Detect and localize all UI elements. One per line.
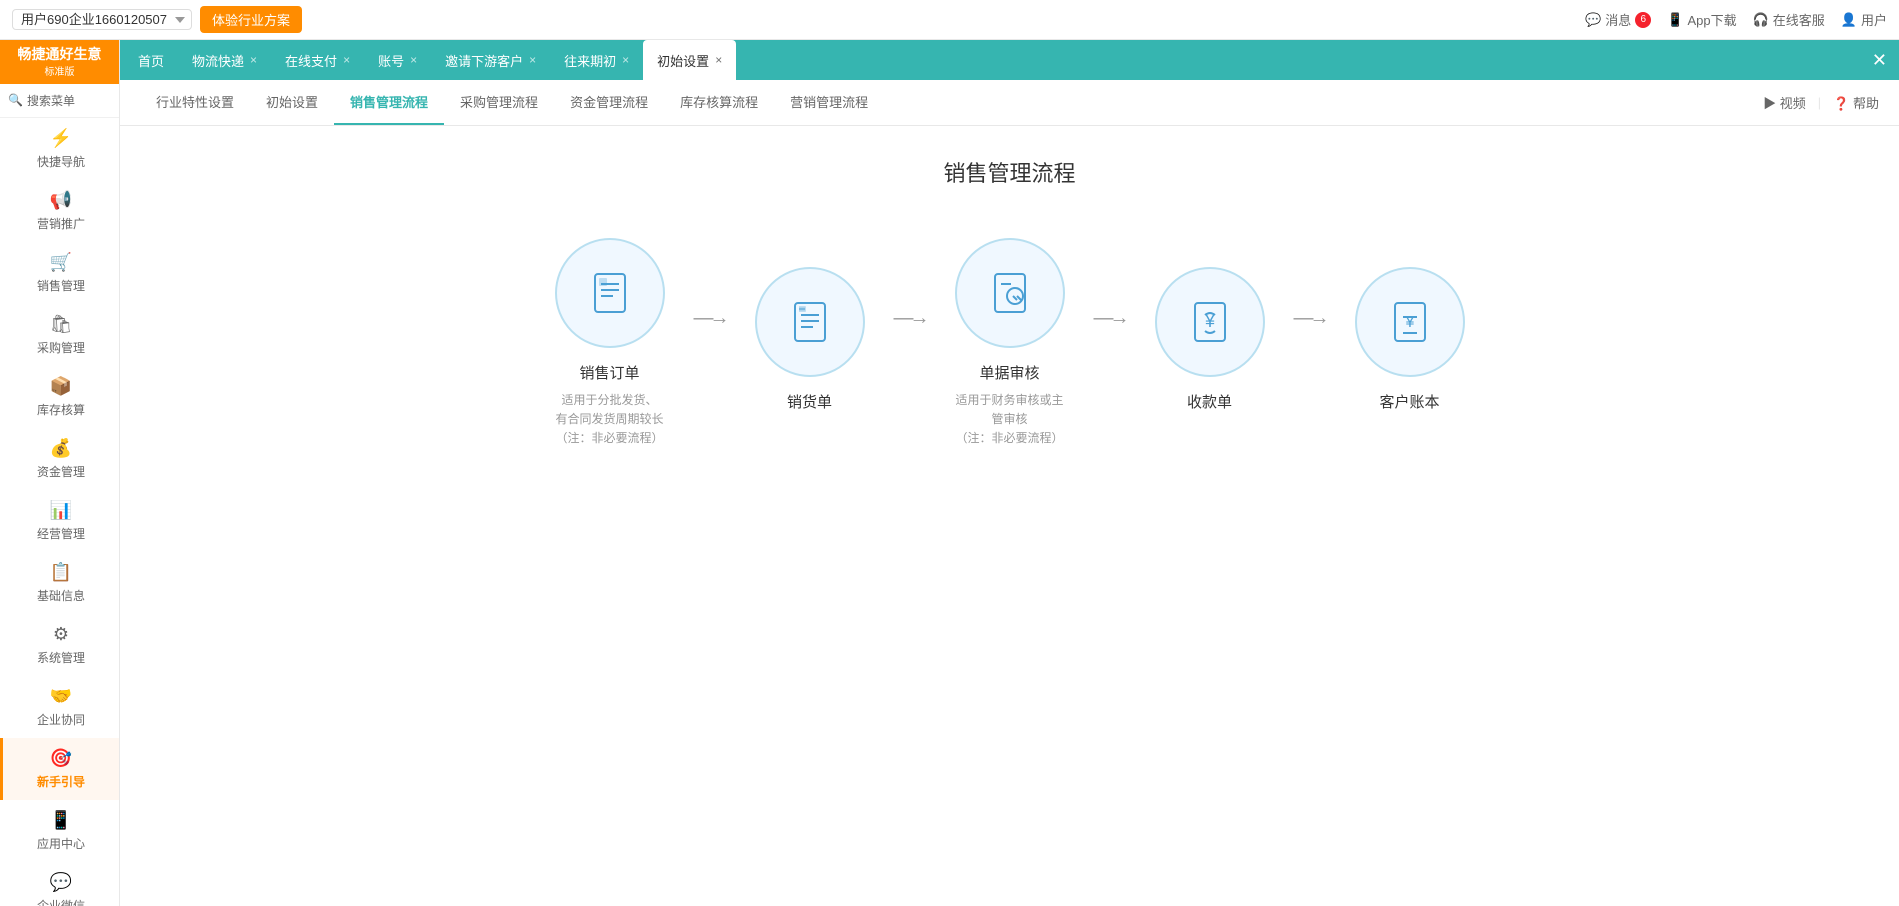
flow-diagram: 销售订单 适用于分批发货、有合同发货周期较长（注：非必要流程） —→ — [530, 238, 1490, 449]
sub-tab-industry-settings[interactable]: 行业特性设置 — [140, 80, 250, 125]
nav-tabs: 首页 物流快递 × 在线支付 × 账号 × 邀请下游客户 × 往来期初 × — [120, 40, 1899, 80]
flow-label-receipt: 收款单 — [1187, 391, 1232, 412]
enterprise-wechat-icon: 💬 — [50, 872, 72, 893]
tab-close-period-init[interactable]: × — [622, 53, 629, 67]
tab-close-invite[interactable]: × — [529, 53, 536, 67]
sub-tab-sales-flow[interactable]: 销售管理流程 — [334, 80, 444, 125]
quick-nav-icon: ⚡ — [50, 128, 72, 149]
tab-invite-downstream[interactable]: 邀请下游客户 × — [431, 40, 550, 80]
flow-desc-approval: 适用于财务审核或主管审核（注：非必要流程） — [955, 391, 1063, 449]
flow-circle-receipt[interactable]: ¥ — [1155, 267, 1265, 377]
sidebar-item-purchase-mgmt[interactable]: 🛍 采购管理 — [0, 304, 119, 366]
flow-label-sales-delivery: 销货单 — [787, 391, 832, 412]
marketing-promo-icon: 📢 — [50, 190, 72, 211]
sidebar-item-basic-info[interactable]: 📋 基础信息 — [0, 552, 119, 614]
page-content: 行业特性设置 初始设置 销售管理流程 采购管理流程 资金管理流程 库存核算流程 — [120, 80, 1899, 906]
avatar: 👤 — [1841, 12, 1857, 28]
flow-label-customer-ledger: 客户账本 — [1379, 391, 1439, 412]
tab-close-payment[interactable]: × — [343, 53, 350, 67]
video-action[interactable]: ▶ 视频 — [1763, 93, 1806, 112]
sidebar-item-operations-mgmt[interactable]: 📊 经营管理 — [0, 490, 119, 552]
user-selector[interactable]: 用户690企业1660120507 — [12, 9, 192, 30]
video-icon: ▶ — [1763, 96, 1776, 111]
trial-btn[interactable]: 体验行业方案 — [200, 6, 302, 33]
flow-circle-sales-delivery[interactable] — [755, 267, 865, 377]
search-icon: 🔍 — [8, 93, 23, 107]
app-icon: 📱 — [1667, 12, 1683, 28]
tab-init-settings[interactable]: 初始设置 × — [643, 40, 736, 80]
flow-section: 销售管理流程 销售订单 — [120, 126, 1899, 479]
operations-mgmt-icon: 📊 — [50, 500, 72, 521]
sidebar-item-newbie-guide[interactable]: 🎯 新手引导 — [0, 738, 119, 800]
sidebar: 畅捷通好生意 标准版 🔍 搜索菜单 ⚡ 快捷导航 📢 营销推广 🛒 销售管理 🛍… — [0, 40, 120, 906]
sub-tabs: 行业特性设置 初始设置 销售管理流程 采购管理流程 资金管理流程 库存核算流程 — [120, 80, 1899, 126]
sales-mgmt-icon: 🛒 — [50, 252, 72, 273]
flow-arrow-1: —→ — [694, 307, 726, 330]
message-btn[interactable]: 💬 消息 6 — [1585, 10, 1651, 29]
sidebar-item-inventory[interactable]: 📦 库存核算 — [0, 366, 119, 428]
user-avatar-btn[interactable]: 👤 用户 — [1841, 10, 1887, 29]
finance-mgmt-icon: 💰 — [50, 438, 72, 459]
tab-account[interactable]: 账号 × — [364, 40, 431, 80]
flow-circle-customer-ledger[interactable]: ¥ — [1355, 267, 1465, 377]
flow-item-customer-ledger: ¥ 客户账本 — [1330, 267, 1490, 420]
sidebar-logo: 畅捷通好生意 标准版 — [0, 40, 119, 84]
system-mgmt-icon: ⚙ — [53, 624, 69, 645]
flow-circle-approval[interactable] — [955, 238, 1065, 348]
newbie-guide-icon: 🎯 — [50, 748, 72, 769]
sidebar-item-quick-nav[interactable]: ⚡ 快捷导航 — [0, 118, 119, 180]
flow-title: 销售管理流程 — [943, 156, 1075, 188]
flow-arrow-3: —→ — [1094, 307, 1126, 330]
sub-tab-initial-settings[interactable]: 初始设置 — [250, 80, 334, 125]
service-icon: 🎧 — [1753, 12, 1769, 28]
help-icon: ❓ — [1833, 96, 1849, 111]
basic-info-icon: 📋 — [50, 562, 72, 583]
message-icon: 💬 — [1585, 12, 1601, 28]
flow-circle-sales-order[interactable] — [555, 238, 665, 348]
flow-item-sales-delivery: 销货单 — [730, 267, 890, 420]
flow-item-sales-order: 销售订单 适用于分批发货、有合同发货周期较长（注：非必要流程） — [530, 238, 690, 449]
flow-label-approval: 单据审核 — [979, 362, 1039, 383]
top-bar: 用户690企业1660120507 体验行业方案 💬 消息 6 📱 App下载 … — [0, 0, 1899, 40]
sub-tab-purchase-flow[interactable]: 采购管理流程 — [444, 80, 554, 125]
online-service-btn[interactable]: 🎧 在线客服 — [1753, 10, 1825, 29]
sub-tab-actions: ▶ 视频 | ❓ 帮助 — [1763, 93, 1879, 112]
sidebar-search[interactable]: 🔍 搜索菜单 — [0, 84, 119, 118]
main-content: 首页 物流快递 × 在线支付 × 账号 × 邀请下游客户 × 往来期初 × — [120, 40, 1899, 906]
app-center-icon: 📱 — [50, 810, 72, 831]
tab-close-init-settings[interactable]: × — [715, 53, 722, 67]
flow-item-receipt: ¥ 收款单 — [1130, 267, 1290, 420]
layout: 畅捷通好生意 标准版 🔍 搜索菜单 ⚡ 快捷导航 📢 营销推广 🛒 销售管理 🛍… — [0, 40, 1899, 906]
flow-arrow-2: —→ — [894, 307, 926, 330]
sidebar-item-sales-mgmt[interactable]: 🛒 销售管理 — [0, 242, 119, 304]
purchase-mgmt-icon: 🛍 — [50, 314, 73, 335]
enterprise-collab-icon: 🤝 — [50, 686, 72, 707]
flow-arrow-4: —→ — [1294, 307, 1326, 330]
sidebar-item-marketing-promo[interactable]: 📢 营销推广 — [0, 180, 119, 242]
sidebar-item-enterprise-wechat[interactable]: 💬 企业微信 — [0, 862, 119, 906]
message-badge: 6 — [1635, 12, 1651, 28]
sidebar-item-system-mgmt[interactable]: ⚙ 系统管理 — [0, 614, 119, 676]
sub-tab-inventory-flow[interactable]: 库存核算流程 — [664, 80, 774, 125]
tab-period-init[interactable]: 往来期初 × — [550, 40, 643, 80]
sub-tab-marketing-flow[interactable]: 营销管理流程 — [774, 80, 884, 125]
sidebar-item-enterprise-collab[interactable]: 🤝 企业协同 — [0, 676, 119, 738]
sidebar-item-finance-mgmt[interactable]: 💰 资金管理 — [0, 428, 119, 490]
top-bar-left: 用户690企业1660120507 体验行业方案 — [12, 6, 302, 33]
flow-label-sales-order: 销售订单 — [579, 362, 639, 383]
tab-logistics[interactable]: 物流快递 × — [178, 40, 271, 80]
app-download-btn[interactable]: 📱 App下载 — [1667, 10, 1736, 29]
sidebar-item-app-center[interactable]: 📱 应用中心 — [0, 800, 119, 862]
tab-payment[interactable]: 在线支付 × — [271, 40, 364, 80]
close-all-tabs[interactable]: ✕ — [1864, 50, 1895, 71]
tab-close-logistics[interactable]: × — [250, 53, 257, 67]
help-action[interactable]: ❓ 帮助 — [1833, 93, 1879, 112]
flow-item-approval: 单据审核 适用于财务审核或主管审核（注：非必要流程） — [930, 238, 1090, 449]
inventory-icon: 📦 — [50, 376, 72, 397]
flow-desc-sales-order: 适用于分批发货、有合同发货周期较长（注：非必要流程） — [555, 391, 663, 449]
sub-tab-finance-flow[interactable]: 资金管理流程 — [554, 80, 664, 125]
top-bar-right: 💬 消息 6 📱 App下载 🎧 在线客服 👤 用户 — [1585, 10, 1887, 29]
tab-close-account[interactable]: × — [410, 53, 417, 67]
tab-home[interactable]: 首页 — [124, 40, 178, 80]
